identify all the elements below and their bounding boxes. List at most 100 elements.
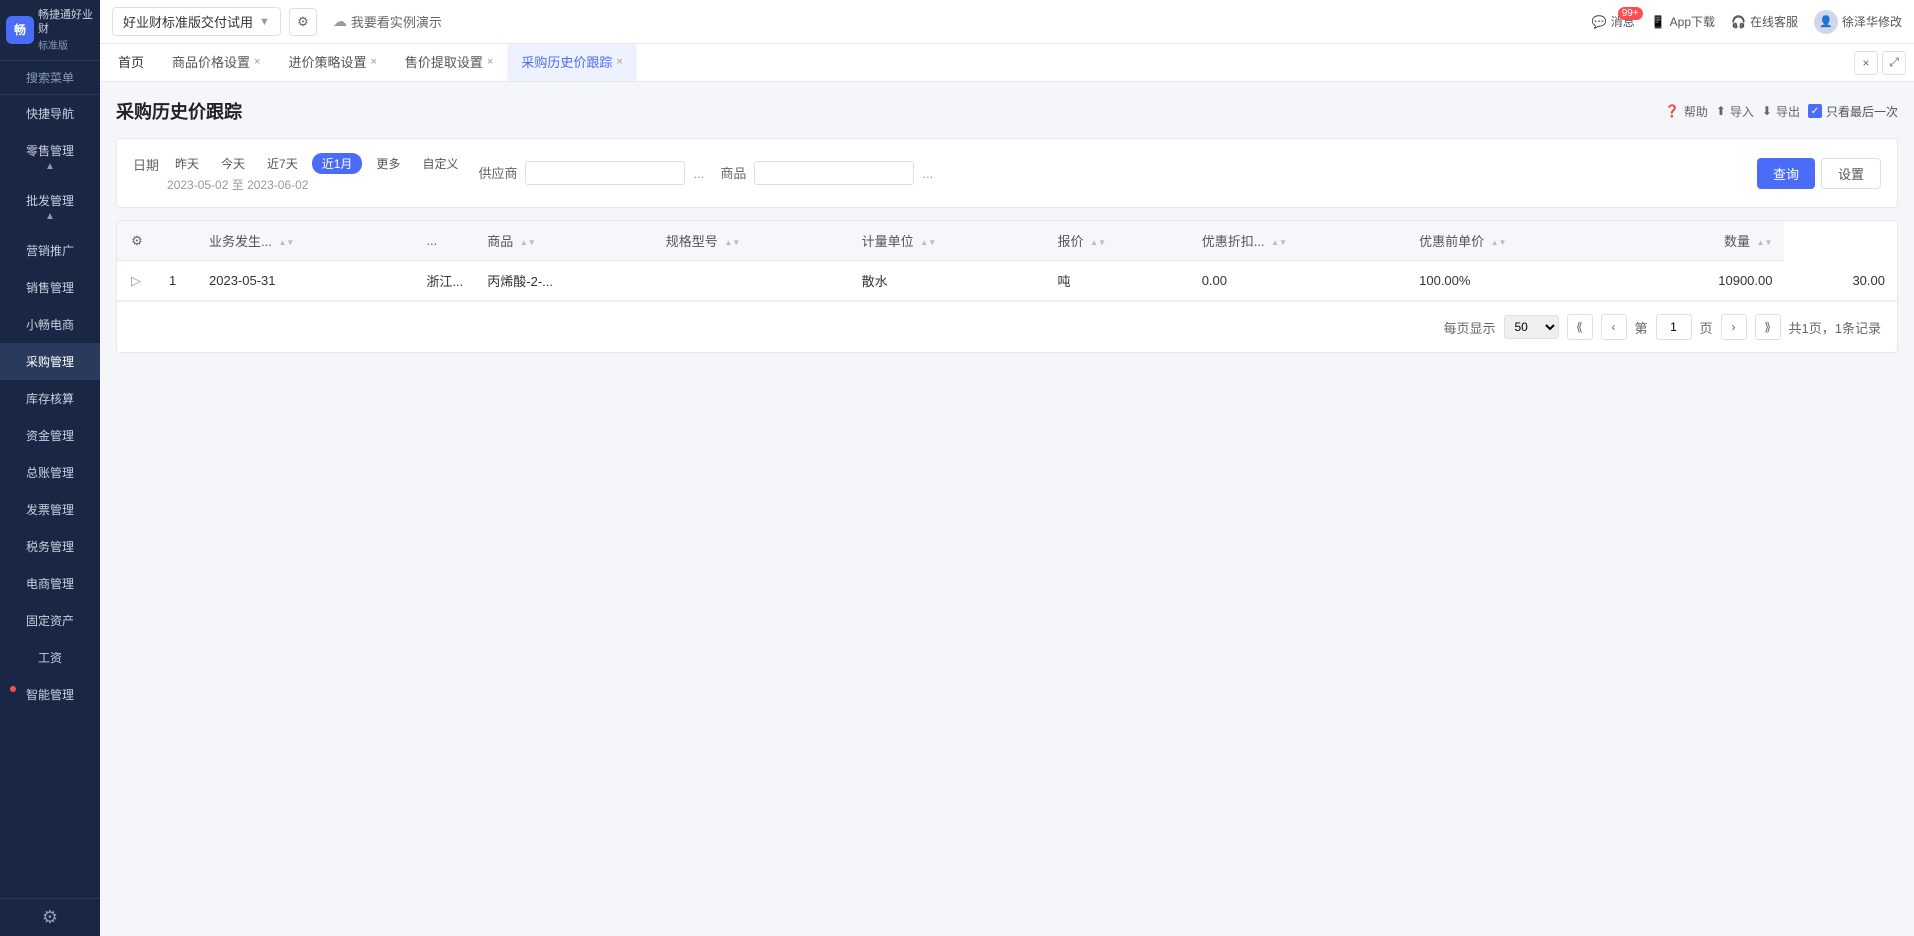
tab-price-close[interactable]: × [254,56,260,68]
topbar-settings-button[interactable]: ⚙ [289,8,317,36]
user-info[interactable]: 👤 徐泽华修改 [1814,10,1902,34]
supplier-input[interactable] [525,161,685,185]
logo-text: 畅捷通好业财 标准版 [38,8,94,52]
sidebar-item-ledger[interactable]: 总账管理 [0,454,100,491]
date-more-btn[interactable]: 更多 [368,153,408,174]
col-discount[interactable]: 优惠折扣... ▲▼ [1190,221,1407,261]
smart-dot [10,686,16,692]
row-quantity: 30.00 [1784,261,1897,301]
supplier-more-btn[interactable]: ... [689,166,708,181]
filter-settings-button[interactable]: 设置 [1821,158,1881,189]
tab-home[interactable]: 首页 [104,44,158,81]
sidebar-logo: 畅 畅捷通好业财 标准版 [0,0,100,61]
product-selector[interactable]: 好业财标准版交付试用 ▼ [112,7,281,36]
sidebar-quick-nav[interactable]: 快捷导航 [0,95,100,132]
app-icon: 📱 [1651,15,1666,29]
help-button[interactable]: ❓ 帮助 [1665,103,1708,120]
tab-price[interactable]: 商品价格设置 × [158,44,274,81]
query-button[interactable]: 查询 [1757,158,1815,189]
sidebar-item-sales[interactable]: 销售管理 [0,269,100,306]
sidebar-item-payroll[interactable]: 工资 [0,639,100,676]
page-actions: ❓ 帮助 ⬆ 导入 ⬇ 导出 只看最后一次 [1665,103,1898,120]
messages-badge: 99+ [1618,7,1643,20]
filter-actions: 查询 设置 [1757,158,1881,189]
row-discount: 100.00% [1407,261,1629,301]
sidebar-item-wholesale[interactable]: 批发管理 ▲ [0,182,100,232]
gear-icon[interactable]: ⚙ [131,233,143,248]
date-today-btn[interactable]: 今天 [213,153,253,174]
tab-sale-price[interactable]: 售价提取设置 × [391,44,507,81]
discount-sort-icon: ▲▼ [1271,239,1287,247]
topbar-right: 💬 消息 99+ 📱 App下载 🎧 在线客服 👤 徐泽华修改 [1592,10,1902,34]
sidebar-item-ecommerce-small[interactable]: 小畅电商 [0,306,100,343]
col-gear[interactable]: ⚙ [117,221,157,261]
page-label: 第 [1635,318,1648,337]
sidebar-item-marketing[interactable]: 营销推广 [0,232,100,269]
page-first-button[interactable]: ⟪ [1567,314,1593,340]
col-more[interactable]: ... [414,221,475,261]
only-last-checkbox[interactable] [1808,104,1822,118]
sidebar-search[interactable]: 搜索菜单 [0,61,100,95]
online-service-button[interactable]: 🎧 在线客服 [1731,13,1798,30]
only-last-checkbox-group[interactable]: 只看最后一次 [1808,103,1898,120]
sidebar-item-inventory[interactable]: 库存核算 [0,380,100,417]
page-next-button[interactable]: › [1721,314,1747,340]
tabs-bar: 首页 商品价格设置 × 进价策略设置 × 售价提取设置 × 采购历史价跟踪 × … [100,44,1914,82]
sidebar-item-purchase[interactable]: 采购管理 [0,343,100,380]
date-yesterday-btn[interactable]: 昨天 [167,153,207,174]
supplier-filter-group: 供应商 ... [478,161,708,185]
sidebar-item-fixed-assets[interactable]: 固定资产 [0,602,100,639]
product-more-btn[interactable]: ... [918,166,937,181]
tab-sale-price-close[interactable]: × [487,56,493,68]
expand-icon[interactable]: ▷ [131,273,141,288]
sidebar-item-retail[interactable]: 零售管理 ▲ [0,132,100,182]
page-last-button[interactable]: ⟫ [1755,314,1781,340]
col-quantity[interactable]: 数量 ▲▼ [1629,221,1785,261]
headset-icon: 🎧 [1731,15,1746,29]
export-icon: ⬇ [1762,104,1772,118]
date-filter-options: 昨天 今天 近7天 近1月 更多 自定义 2023-05-02 至 2023-0… [167,153,466,193]
sidebar: 畅 畅捷通好业财 标准版 搜索菜单 快捷导航 零售管理 ▲ 批发管理 ▲ 营销推… [0,0,100,936]
filter-area: 日期 昨天 今天 近7天 近1月 更多 自定义 2023-05-02 至 202… [116,138,1898,208]
product-input[interactable] [754,161,914,185]
demo-link[interactable]: ☁ 我要看实例演示 [333,12,442,31]
per-page-select[interactable]: 50 10 20 100 [1504,315,1559,339]
app-download-button[interactable]: 📱 App下载 [1651,13,1715,30]
row-date: 2023-05-31 [197,261,414,301]
col-price[interactable]: 报价 ▲▼ [1046,221,1190,261]
messages-icon: 💬 [1592,15,1607,29]
tab-purchase-history-close[interactable]: × [616,56,622,68]
date-filter-label: 日期 [133,153,159,174]
date-7days-btn[interactable]: 近7天 [259,153,306,174]
tab-close-button[interactable]: × [1854,51,1878,75]
date-1month-btn[interactable]: 近1月 [312,153,363,174]
col-spec[interactable]: 规格型号 ▲▼ [654,221,850,261]
sidebar-item-ecommerce[interactable]: 电商管理 [0,565,100,602]
per-page-label: 每页显示 [1443,318,1495,337]
col-date[interactable]: 业务发生... ▲▼ [197,221,414,261]
tab-purchase-strategy-close[interactable]: × [370,56,376,68]
messages-button[interactable]: 💬 消息 99+ [1592,13,1635,30]
sidebar-item-finance[interactable]: 资金管理 [0,417,100,454]
row-expand[interactable]: ▷ [117,261,157,301]
sidebar-item-tax[interactable]: 税务管理 [0,528,100,565]
page-number-input[interactable] [1656,314,1692,340]
page-suffix: 页 [1700,318,1713,337]
sidebar-item-invoice[interactable]: 发票管理 [0,491,100,528]
export-button[interactable]: ⬇ 导出 [1762,103,1800,120]
row-quoted-price: 0.00 [1190,261,1407,301]
sidebar-settings-button[interactable]: ⚙ [0,898,100,936]
sidebar-item-smart[interactable]: 智能管理 [0,676,100,713]
row-product: 丙烯酸-2-... [475,261,653,301]
col-product[interactable]: 商品 ▲▼ [475,221,653,261]
col-pre-discount-price[interactable]: 优惠前单价 ▲▼ [1407,221,1629,261]
tab-maximize-button[interactable]: ⤢ [1882,51,1906,75]
date-custom-btn[interactable]: 自定义 [414,153,466,174]
filter-row: 日期 昨天 今天 近7天 近1月 更多 自定义 2023-05-02 至 202… [133,153,1881,193]
row-num: 1 [157,261,197,301]
import-button[interactable]: ⬆ 导入 [1716,103,1754,120]
tab-purchase-history[interactable]: 采购历史价跟踪 × [507,44,636,81]
page-prev-button[interactable]: ‹ [1601,314,1627,340]
tab-purchase-strategy[interactable]: 进价策略设置 × [274,44,390,81]
col-unit[interactable]: 计量单位 ▲▼ [850,221,1046,261]
